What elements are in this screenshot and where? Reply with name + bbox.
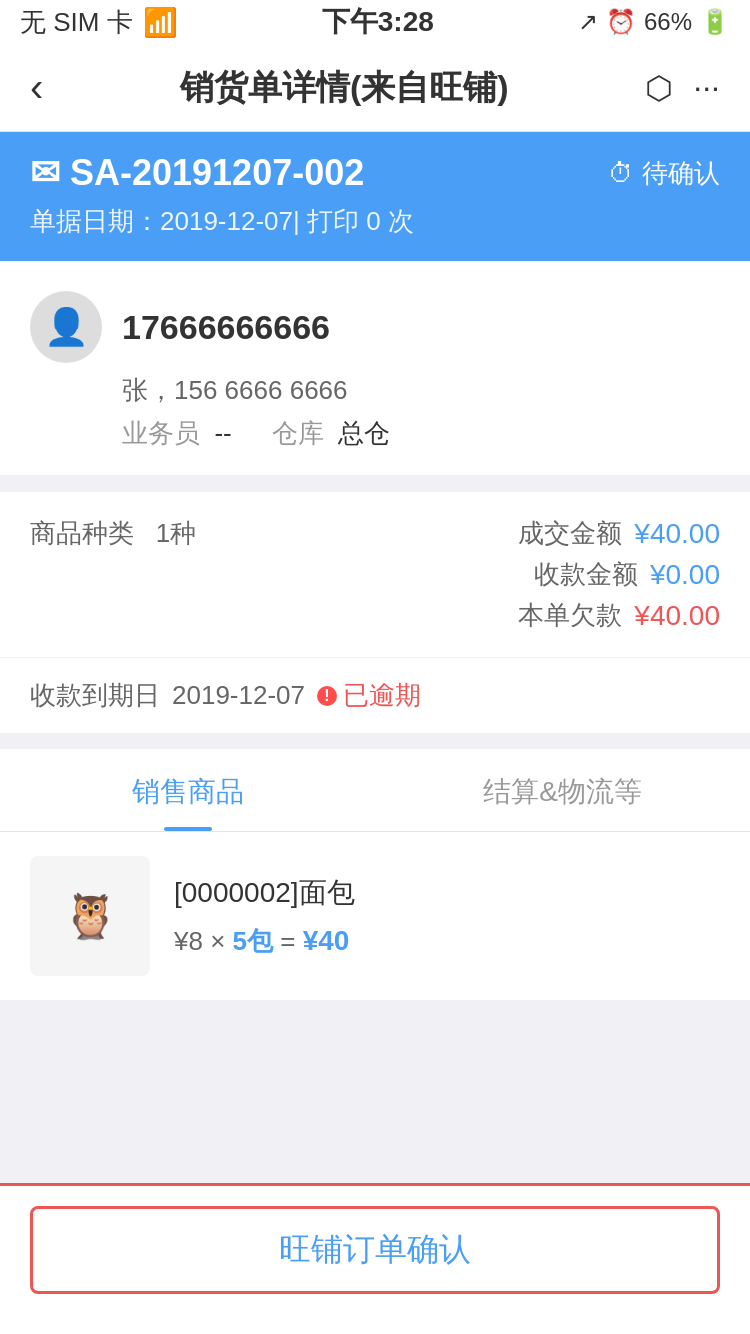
page-title: 销货单详情(来自旺铺) — [180, 65, 509, 111]
nav-bar: ‹ 销货单详情(来自旺铺) ⬡ ··· — [0, 44, 750, 132]
debt-value: ¥40.00 — [634, 600, 720, 632]
product-type-value: 1种 — [156, 518, 196, 548]
status-clock-icon: ⏱ — [608, 158, 634, 189]
sales-label: 业务员 -- — [122, 416, 232, 451]
multiply-sign: × — [210, 926, 232, 956]
product-total: ¥40 — [303, 925, 350, 956]
date-label: 单据日期： — [30, 206, 160, 236]
overdue-badge: ! 已逾期 — [317, 678, 421, 713]
payment-value: ¥0.00 — [650, 559, 720, 591]
product-price-row: ¥8 × 5包 = ¥40 — [174, 924, 720, 959]
tab-sales-products[interactable]: 销售商品 — [0, 749, 375, 831]
tab-settlement[interactable]: 结算&物流等 — [375, 749, 750, 831]
product-type-row: 商品种类 1种 — [30, 516, 196, 551]
payment-amount-row: 收款金额 ¥0.00 — [534, 557, 720, 592]
product-type-label: 商品种类 — [30, 518, 134, 548]
deal-amount-label: 成交金额 — [518, 516, 622, 551]
wifi-icon: 📶 — [143, 6, 178, 39]
sales-value: -- — [214, 418, 231, 448]
share-icon[interactable]: ⬡ — [645, 69, 673, 107]
bottom-button-container: 旺铺订单确认 — [0, 1183, 750, 1334]
thick-divider-2 — [0, 733, 750, 749]
nav-left: ‹ — [30, 65, 43, 110]
deal-amount-value: ¥40.00 — [634, 518, 720, 550]
debt-label: 本单欠款 — [518, 598, 622, 633]
thick-divider-1 — [0, 476, 750, 492]
summary-section: 商品种类 1种 成交金额 ¥40.00 收款金额 ¥0.00 本单欠款 ¥40.… — [0, 492, 750, 657]
deal-amount-row: 成交金额 ¥40.00 — [518, 516, 720, 551]
customer-meta: 业务员 -- 仓库 总仓 — [122, 416, 720, 451]
customer-name: 张，156 6666 6666 — [122, 373, 720, 408]
table-row: 🦉 [0000002]面包 ¥8 × 5包 = ¥40 — [0, 832, 750, 1000]
quantity: 5包 — [233, 926, 273, 956]
customer-phone: 17666666666 — [122, 308, 330, 347]
order-id-text: SA-20191207-002 — [70, 152, 364, 194]
product-list: 🦉 [0000002]面包 ¥8 × 5包 = ¥40 — [0, 832, 750, 1000]
price-unit: ¥8 — [174, 926, 203, 956]
summary-left: 商品种类 1种 — [30, 516, 196, 551]
order-status: ⏱ 待确认 — [608, 156, 720, 191]
back-button[interactable]: ‹ — [30, 65, 43, 110]
status-bar: 无 SIM 卡 📶 下午3:28 ↗ ⏰ 66% 🔋 — [0, 0, 750, 44]
due-date-value: 2019-12-07 — [172, 680, 305, 711]
order-header: ✉ SA-20191207-002 ⏱ 待确认 单据日期：2019-12-07|… — [0, 132, 750, 261]
status-time: 下午3:28 — [322, 3, 434, 41]
summary-right: 成交金额 ¥40.00 收款金额 ¥0.00 本单欠款 ¥40.00 — [518, 516, 720, 633]
order-id-row: ✉ SA-20191207-002 ⏱ 待确认 — [30, 152, 720, 194]
product-name: [0000002]面包 — [174, 874, 720, 912]
confirm-order-button[interactable]: 旺铺订单确认 — [30, 1206, 720, 1294]
battery-icon: 🔋 — [700, 8, 730, 36]
nav-right: ⬡ ··· — [645, 69, 720, 107]
more-icon[interactable]: ··· — [693, 69, 720, 106]
debt-amount-row: 本单欠款 ¥40.00 — [518, 598, 720, 633]
alarm-icon: ⏰ — [606, 8, 636, 36]
product-thumb-icon: 🦉 — [63, 890, 118, 942]
product-thumbnail: 🦉 — [30, 856, 150, 976]
status-label: 待确认 — [642, 156, 720, 191]
tab-sales-label: 销售商品 — [132, 776, 244, 807]
due-date-section: 收款到期日 2019-12-07 ! 已逾期 — [0, 658, 750, 733]
confirm-button-label: 旺铺订单确认 — [279, 1228, 471, 1272]
status-right: ↗ ⏰ 66% 🔋 — [578, 8, 730, 36]
order-id-icon: ✉ — [30, 152, 60, 194]
overdue-text: 已逾期 — [343, 678, 421, 713]
avatar-icon: 👤 — [44, 306, 89, 348]
order-date: 单据日期：2019-12-07| 打印 0 次 — [30, 204, 720, 239]
gps-icon: ↗ — [578, 8, 598, 36]
overdue-dot-icon: ! — [317, 686, 337, 706]
order-id: ✉ SA-20191207-002 — [30, 152, 364, 194]
tabs-section: 销售商品 结算&物流等 — [0, 749, 750, 832]
tab-settlement-label: 结算&物流等 — [483, 776, 642, 807]
date-value: 2019-12-07 — [160, 206, 293, 236]
product-info: [0000002]面包 ¥8 × 5包 = ¥40 — [174, 874, 720, 959]
status-left: 无 SIM 卡 📶 — [20, 5, 178, 40]
equals-sign: = — [280, 926, 302, 956]
warehouse-info: 仓库 总仓 — [272, 416, 390, 451]
avatar: 👤 — [30, 291, 102, 363]
due-date-label: 收款到期日 — [30, 678, 160, 713]
warehouse-value: 总仓 — [338, 418, 390, 448]
carrier-text: 无 SIM 卡 — [20, 5, 133, 40]
battery-text: 66% — [644, 8, 692, 36]
customer-row: 👤 17666666666 — [30, 291, 720, 363]
print-info: | 打印 0 次 — [293, 206, 414, 236]
customer-card: 👤 17666666666 张，156 6666 6666 业务员 -- 仓库 … — [0, 261, 750, 475]
payment-label: 收款金额 — [534, 557, 638, 592]
